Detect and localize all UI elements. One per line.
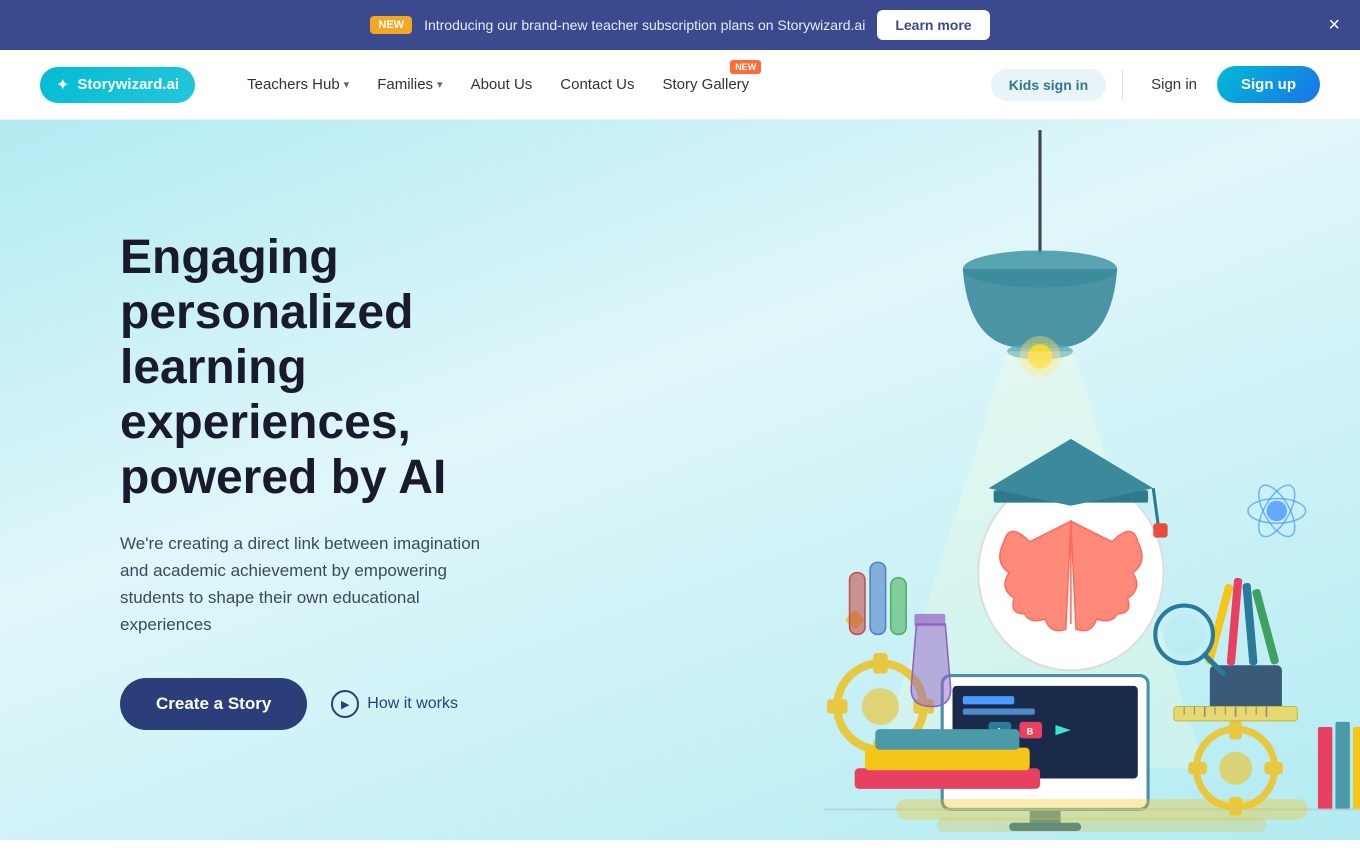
nav-story-gallery[interactable]: NEW Story Gallery — [650, 68, 761, 101]
chevron-down-icon: ▾ — [437, 78, 443, 91]
nav-about-us[interactable]: About Us — [459, 68, 545, 101]
close-banner-button[interactable]: × — [1328, 15, 1340, 35]
nav-families-label: Families — [377, 76, 433, 93]
announcement-banner: NEW Introducing our brand-new teacher su… — [0, 0, 1360, 50]
hero-section: Engaging personalized learning experienc… — [0, 120, 1360, 840]
wand-icon: ✦ — [56, 75, 69, 95]
new-badge: NEW — [370, 16, 412, 34]
how-it-works-label: How it works — [367, 695, 458, 713]
hero-description: We're creating a direct link between ima… — [120, 530, 500, 639]
education-illustration: A B — [690, 120, 1360, 840]
nav-families[interactable]: Families ▾ — [365, 68, 454, 101]
hero-title: Engaging personalized learning experienc… — [120, 230, 500, 506]
nav-teachers-hub[interactable]: Teachers Hub ▾ — [235, 68, 361, 101]
nav-contact-us[interactable]: Contact Us — [548, 68, 646, 101]
signup-button[interactable]: Sign up — [1217, 66, 1320, 103]
chevron-down-icon: ▾ — [344, 78, 350, 91]
hero-actions: Create a Story ▶ How it works — [120, 678, 500, 730]
logo-pill: ✦ Storywizard.ai — [40, 67, 195, 103]
play-icon: ▶ — [331, 690, 359, 718]
kids-signin-button[interactable]: Kids sign in — [991, 69, 1106, 101]
nav-divider — [1122, 70, 1123, 100]
learn-more-button[interactable]: Learn more — [877, 10, 989, 40]
svg-text:B: B — [1027, 726, 1034, 736]
hero-illustration: A B — [690, 120, 1360, 840]
nav-about-us-label: About Us — [471, 76, 533, 93]
nav-links: Teachers Hub ▾ Families ▾ About Us Conta… — [235, 68, 991, 101]
how-it-works-button[interactable]: ▶ How it works — [331, 690, 458, 718]
announcement-text: Introducing our brand-new teacher subscr… — [424, 17, 865, 33]
signin-button[interactable]: Sign in — [1139, 68, 1209, 101]
nav-teachers-hub-label: Teachers Hub — [247, 76, 340, 93]
nav-actions: Kids sign in Sign in Sign up — [991, 66, 1320, 103]
new-badge-gallery: NEW — [730, 60, 761, 74]
hero-content: Engaging personalized learning experienc… — [0, 170, 620, 791]
create-story-button[interactable]: Create a Story — [120, 678, 307, 730]
navbar: ✦ Storywizard.ai Teachers Hub ▾ Families… — [0, 50, 1360, 120]
nav-story-gallery-label: Story Gallery — [662, 76, 749, 93]
logo[interactable]: ✦ Storywizard.ai — [40, 67, 195, 103]
logo-text: Storywizard.ai — [77, 76, 179, 93]
nav-contact-us-label: Contact Us — [560, 76, 634, 93]
